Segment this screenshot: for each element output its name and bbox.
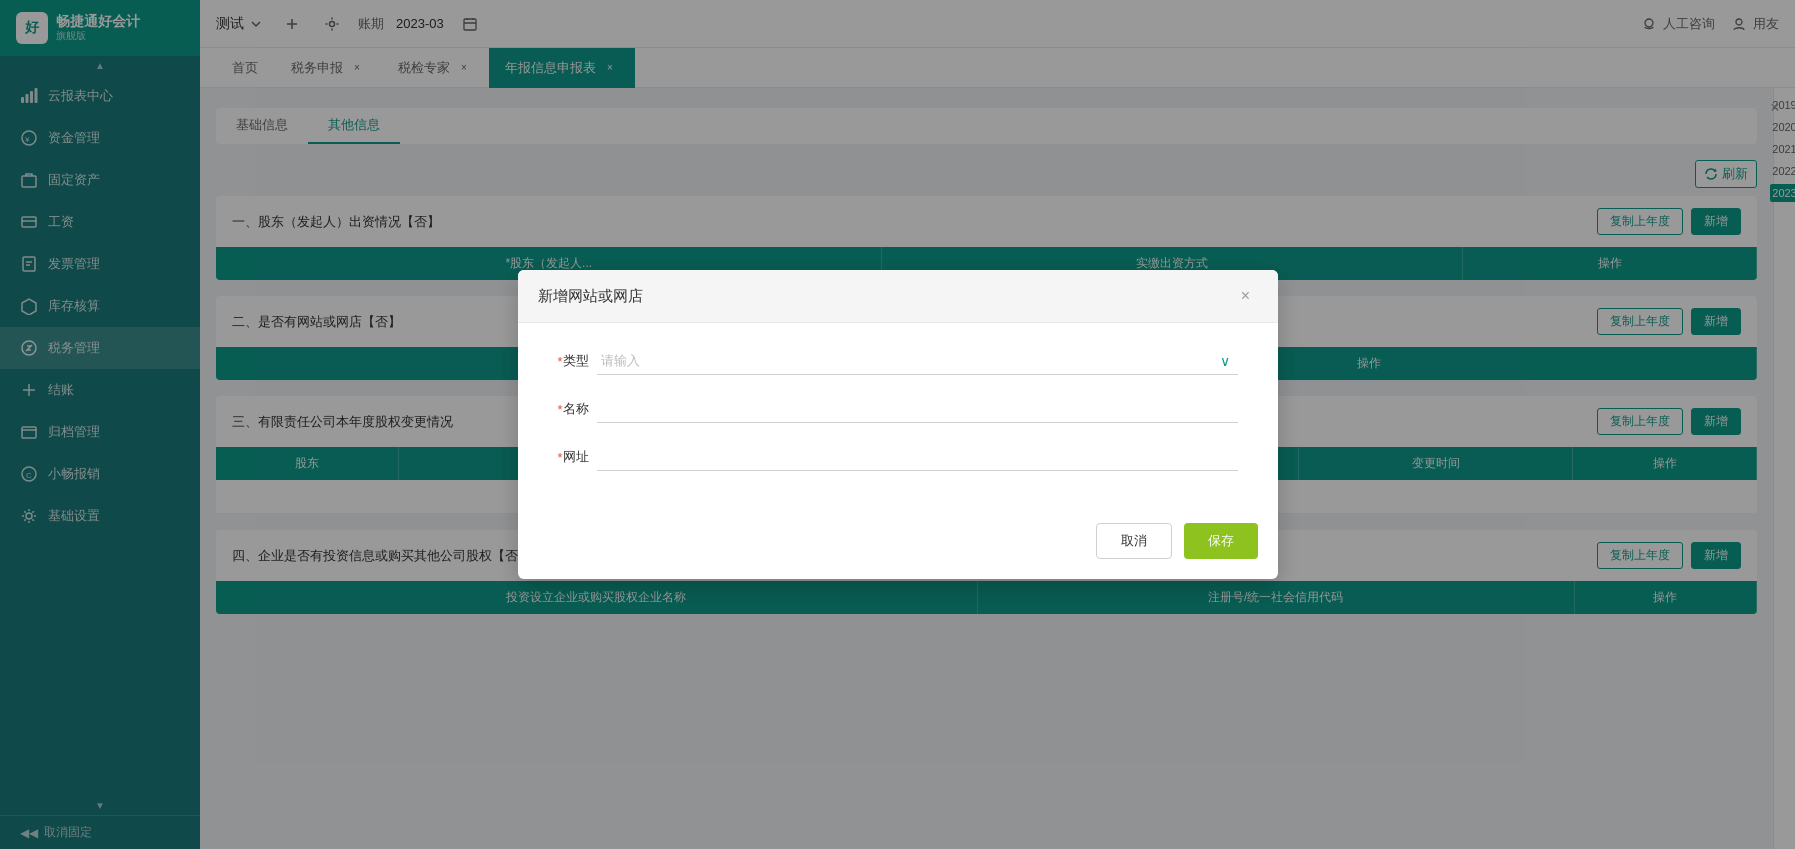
name-input[interactable] — [597, 395, 1238, 423]
name-control — [597, 395, 1238, 423]
form-row-url: * 网址 — [558, 443, 1238, 471]
name-label: 名称 — [563, 400, 589, 418]
type-control: ∨ — [597, 347, 1238, 375]
url-label: 网址 — [563, 448, 589, 466]
form-row-type: * 类型 ∨ — [558, 347, 1238, 375]
add-website-modal: 新增网站或网店 × * 类型 ∨ * 名称 — [518, 270, 1278, 579]
modal-close-btn[interactable]: × — [1234, 284, 1258, 308]
url-control — [597, 443, 1238, 471]
form-row-name: * 名称 — [558, 395, 1238, 423]
modal-title: 新增网站或网店 — [538, 287, 643, 306]
url-input[interactable] — [597, 443, 1238, 471]
type-input[interactable] — [597, 347, 1238, 375]
type-label: 类型 — [563, 352, 589, 370]
save-btn[interactable]: 保存 — [1184, 523, 1258, 559]
modal-body: * 类型 ∨ * 名称 * 网址 — [518, 323, 1278, 511]
cancel-btn[interactable]: 取消 — [1096, 523, 1172, 559]
modal-header: 新增网站或网店 × — [518, 270, 1278, 323]
modal-footer: 取消 保存 — [518, 511, 1278, 579]
modal-overlay: 新增网站或网店 × * 类型 ∨ * 名称 — [0, 0, 1795, 849]
